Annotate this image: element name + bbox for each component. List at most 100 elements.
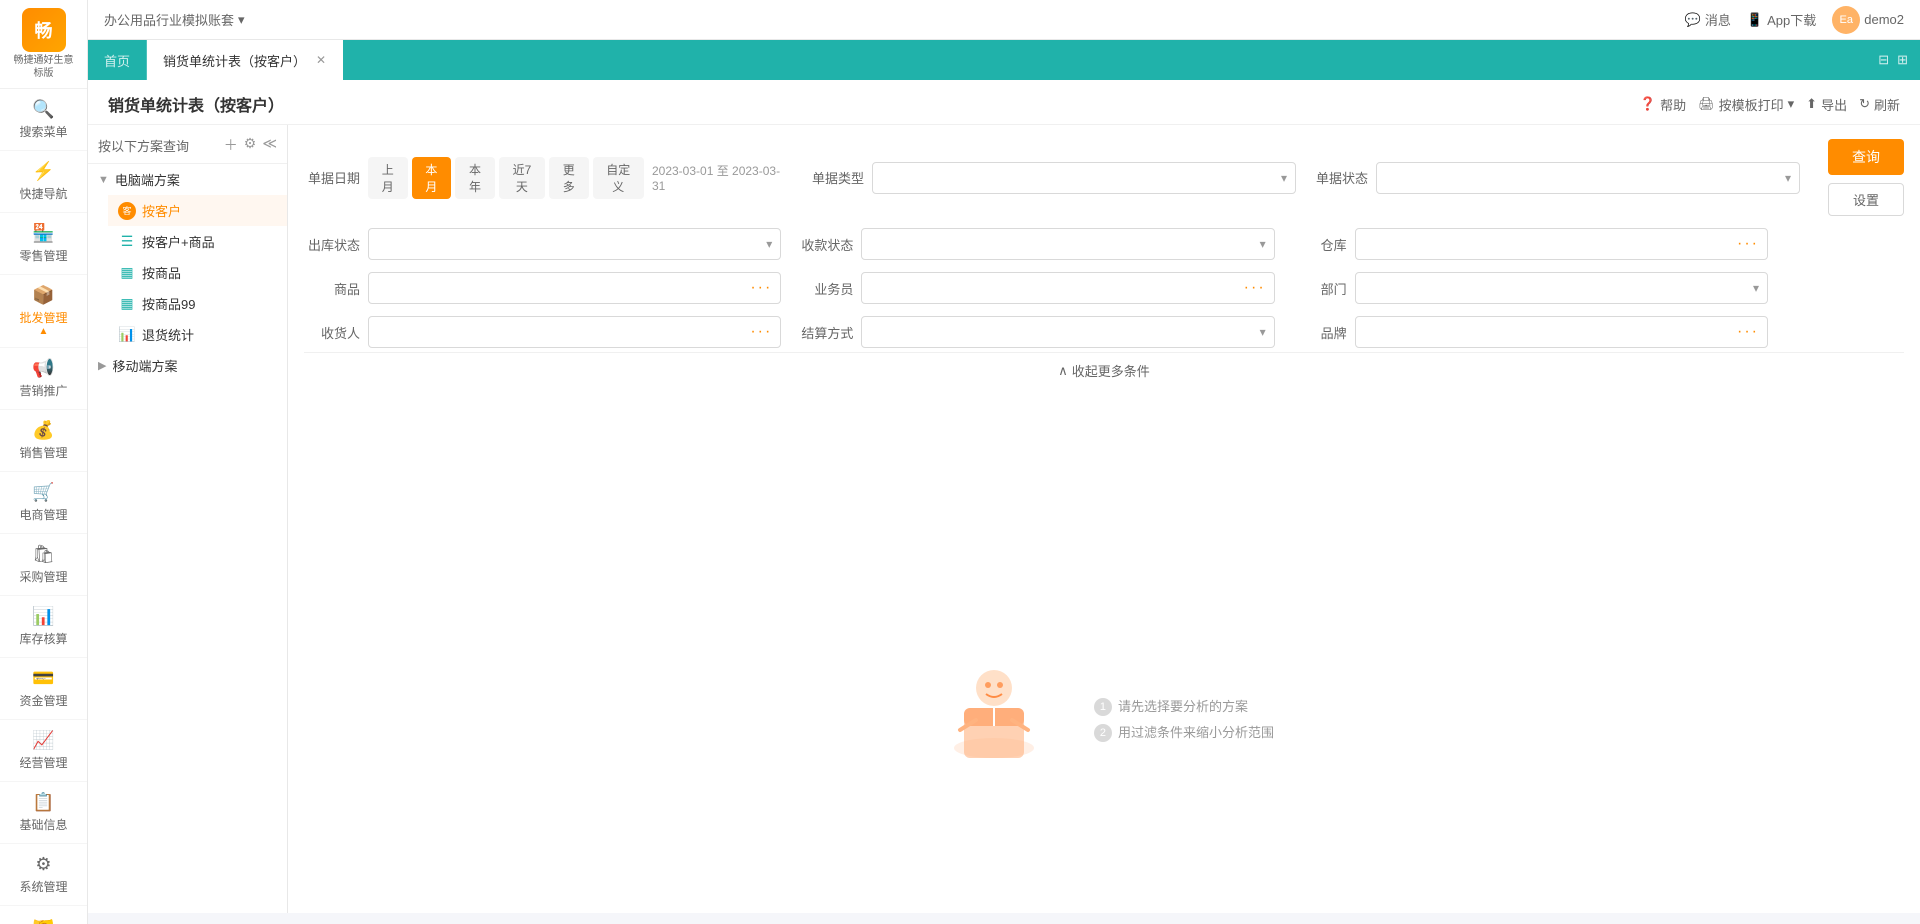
industry-label: 办公用品行业模拟账套 — [104, 10, 234, 29]
date-range: 2023-03-01 至 2023-03-31 — [652, 162, 792, 193]
settings-icon[interactable]: ⚙ — [244, 135, 257, 155]
sidebar-item-wholesale[interactable]: 📦 批发管理 ▲ — [0, 275, 87, 348]
content-body: 按以下方案查询 ＋ ⚙ ≪ ▼ 电脑端方案 客 按客户 — [88, 125, 1920, 913]
sidebar-item-sales[interactable]: 💰 销售管理 — [0, 410, 87, 472]
collapse-button[interactable]: ∧ 收起更多条件 — [304, 352, 1904, 388]
tree-node-mobile[interactable]: ▶ 移动端方案 — [88, 350, 287, 381]
wholesale-icon: 📦 — [32, 285, 54, 306]
order-status-label: 单据状态 — [1312, 168, 1368, 187]
date-buttons: 上月 本月 本年 近7天 更多 自定义 — [368, 157, 644, 199]
print-icon: 🖨 — [1698, 96, 1715, 112]
sidebar-item-finance[interactable]: 💳 资金管理 — [0, 658, 87, 720]
date-last-7-days[interactable]: 近7天 — [499, 157, 545, 199]
tab-expand-area: ⊟ ⊞ — [1866, 52, 1920, 68]
warehouse-selector[interactable]: ··· — [1355, 228, 1768, 260]
sidebar-item-operations[interactable]: 📈 经营管理 — [0, 720, 87, 782]
tab-sales-stats[interactable]: 销货单统计表（按客户） ✕ — [147, 40, 343, 80]
receiver-selector[interactable]: ··· — [368, 316, 781, 348]
tree-node-label: 按商品99 — [142, 294, 195, 313]
sidebar-item-inventory[interactable]: 📊 库存核算 — [0, 596, 87, 658]
collapse-icon[interactable]: ≪ — [262, 135, 277, 155]
export-label: 导出 — [1821, 95, 1847, 114]
industry-selector[interactable]: 办公用品行业模拟账套 ▾ — [104, 10, 245, 29]
order-status-selector[interactable]: ▾ — [1376, 162, 1800, 194]
base-info-icon: 📋 — [32, 792, 54, 813]
sidebar-item-ecommerce[interactable]: 🛒 电商管理 — [0, 472, 87, 534]
template-print-button[interactable]: 🖨 按模板打印 ▾ — [1698, 95, 1794, 114]
date-filter-group: 单据日期 上月 本月 本年 近7天 更多 自定义 2023-03-01 至 20… — [304, 157, 792, 199]
payment-status-selector[interactable]: ▾ — [861, 228, 1274, 260]
maximize-icon[interactable]: ⊞ — [1897, 52, 1908, 68]
tip-num-2: 2 — [1094, 724, 1112, 742]
sidebar-item-label: 电商管理 — [19, 506, 67, 523]
query-button[interactable]: 查询 — [1828, 139, 1904, 175]
customer-icon: 客 — [118, 202, 136, 220]
return-stats-icon: 📊 — [118, 326, 136, 344]
goods-group: 商品 ··· — [304, 272, 781, 304]
refresh-button[interactable]: ↻ 刷新 — [1859, 95, 1900, 114]
tree-node-by-customer-goods[interactable]: ☰ 按客户+商品 — [108, 226, 287, 257]
tip-num-1: 1 — [1094, 698, 1112, 716]
sidebar-item-label: 资金管理 — [19, 692, 67, 709]
chevron-down-icon: ▾ — [1753, 281, 1759, 295]
page-actions: ❓ 帮助 🖨 按模板打印 ▾ ⬆ 导出 ↻ 刷新 — [1640, 95, 1900, 114]
message-button[interactable]: 💬 消息 — [1685, 10, 1731, 29]
sidebar-item-search-menu[interactable]: 🔍 搜索菜单 — [0, 89, 87, 151]
sidebar-item-base-info[interactable]: 📋 基础信息 — [0, 782, 87, 844]
sidebar-item-purchase[interactable]: 🛍 采购管理 — [0, 534, 87, 596]
help-button[interactable]: ❓ 帮助 — [1640, 95, 1686, 114]
order-status-group: 单据状态 ▾ — [1312, 162, 1800, 194]
date-more[interactable]: 更多 — [549, 157, 589, 199]
date-this-year[interactable]: 本年 — [455, 157, 495, 199]
main-content: 办公用品行业模拟账套 ▾ 💬 消息 📱 App下载 Ea demo2 首页 — [88, 0, 1920, 924]
sidebar-item-quick-nav[interactable]: ⚡ 快捷导航 — [0, 151, 87, 213]
sidebar-item-marketing[interactable]: 📢 营销推广 — [0, 348, 87, 410]
tab-home[interactable]: 首页 — [88, 40, 147, 80]
order-type-selector[interactable]: ▾ — [872, 162, 1296, 194]
settings-button[interactable]: 设置 — [1828, 183, 1904, 216]
sidebar-item-label: 零售管理 — [19, 247, 67, 264]
add-icon[interactable]: ＋ — [224, 135, 238, 155]
purchase-icon: 🛍 — [32, 544, 55, 565]
out-status-group: 出库状态 ▾ — [304, 228, 781, 260]
sidebar-item-sys-mgmt[interactable]: ⚙ 系统管理 — [0, 844, 87, 906]
sidebar: 畅 畅捷通好生意 标版 🔍 搜索菜单 ⚡ 快捷导航 🏪 零售管理 📦 批发管理 … — [0, 0, 88, 924]
date-this-month[interactable]: 本月 — [412, 157, 452, 199]
tree-node-by-goods-99[interactable]: ▦ 按商品99 — [108, 288, 287, 319]
sidebar-item-enterprise[interactable]: 🤝 企业协同 — [0, 906, 87, 924]
minimize-icon[interactable]: ⊟ — [1878, 52, 1889, 68]
sidebar-item-retail[interactable]: 🏪 零售管理 — [0, 213, 87, 275]
tab-home-label: 首页 — [104, 51, 130, 70]
topbar-left: 办公用品行业模拟账套 ▾ — [104, 10, 245, 29]
user-menu[interactable]: Ea demo2 — [1832, 6, 1904, 34]
sidebar-item-label: 库存核算 — [19, 630, 67, 647]
retail-icon: 🏪 — [32, 223, 54, 244]
message-icon: 💬 — [1685, 12, 1701, 28]
payment-status-label: 收款状态 — [797, 235, 853, 254]
tree-node-desktop[interactable]: ▼ 电脑端方案 — [88, 164, 287, 195]
date-last-month[interactable]: 上月 — [368, 157, 408, 199]
brand-selector[interactable]: ··· — [1355, 316, 1768, 348]
goods-icon: ▦ — [118, 264, 136, 282]
out-status-selector[interactable]: ▾ — [368, 228, 781, 260]
dept-selector[interactable]: ▾ — [1355, 272, 1768, 304]
staff-selector[interactable]: ··· — [861, 272, 1274, 304]
app-download-button[interactable]: 📱 App下载 — [1747, 10, 1816, 29]
tree-node-by-customer[interactable]: 客 按客户 — [108, 195, 287, 226]
tree-node-by-goods[interactable]: ▦ 按商品 — [108, 257, 287, 288]
page-title: 销货单统计表（按客户） — [108, 92, 284, 116]
settlement-group: 结算方式 ▾ — [797, 316, 1274, 348]
goods-selector[interactable]: ··· — [368, 272, 781, 304]
sidebar-item-label: 销售管理 — [19, 444, 67, 461]
settlement-selector[interactable]: ▾ — [861, 316, 1274, 348]
tree-node-return-stats[interactable]: 📊 退货统计 — [108, 319, 287, 350]
topbar-right: 💬 消息 📱 App下载 Ea demo2 — [1685, 6, 1904, 34]
empty-tip-1-text: 请先选择要分析的方案 — [1118, 694, 1248, 720]
warehouse-group: 仓库 ··· — [1291, 228, 1768, 260]
ecommerce-icon: 🛒 — [32, 482, 54, 503]
finance-icon: 💳 — [32, 668, 54, 689]
chevron-down-icon: ▾ — [1785, 171, 1791, 185]
date-custom[interactable]: 自定义 — [593, 157, 644, 199]
tab-close-icon[interactable]: ✕ — [316, 53, 326, 67]
export-button[interactable]: ⬆ 导出 — [1806, 95, 1847, 114]
